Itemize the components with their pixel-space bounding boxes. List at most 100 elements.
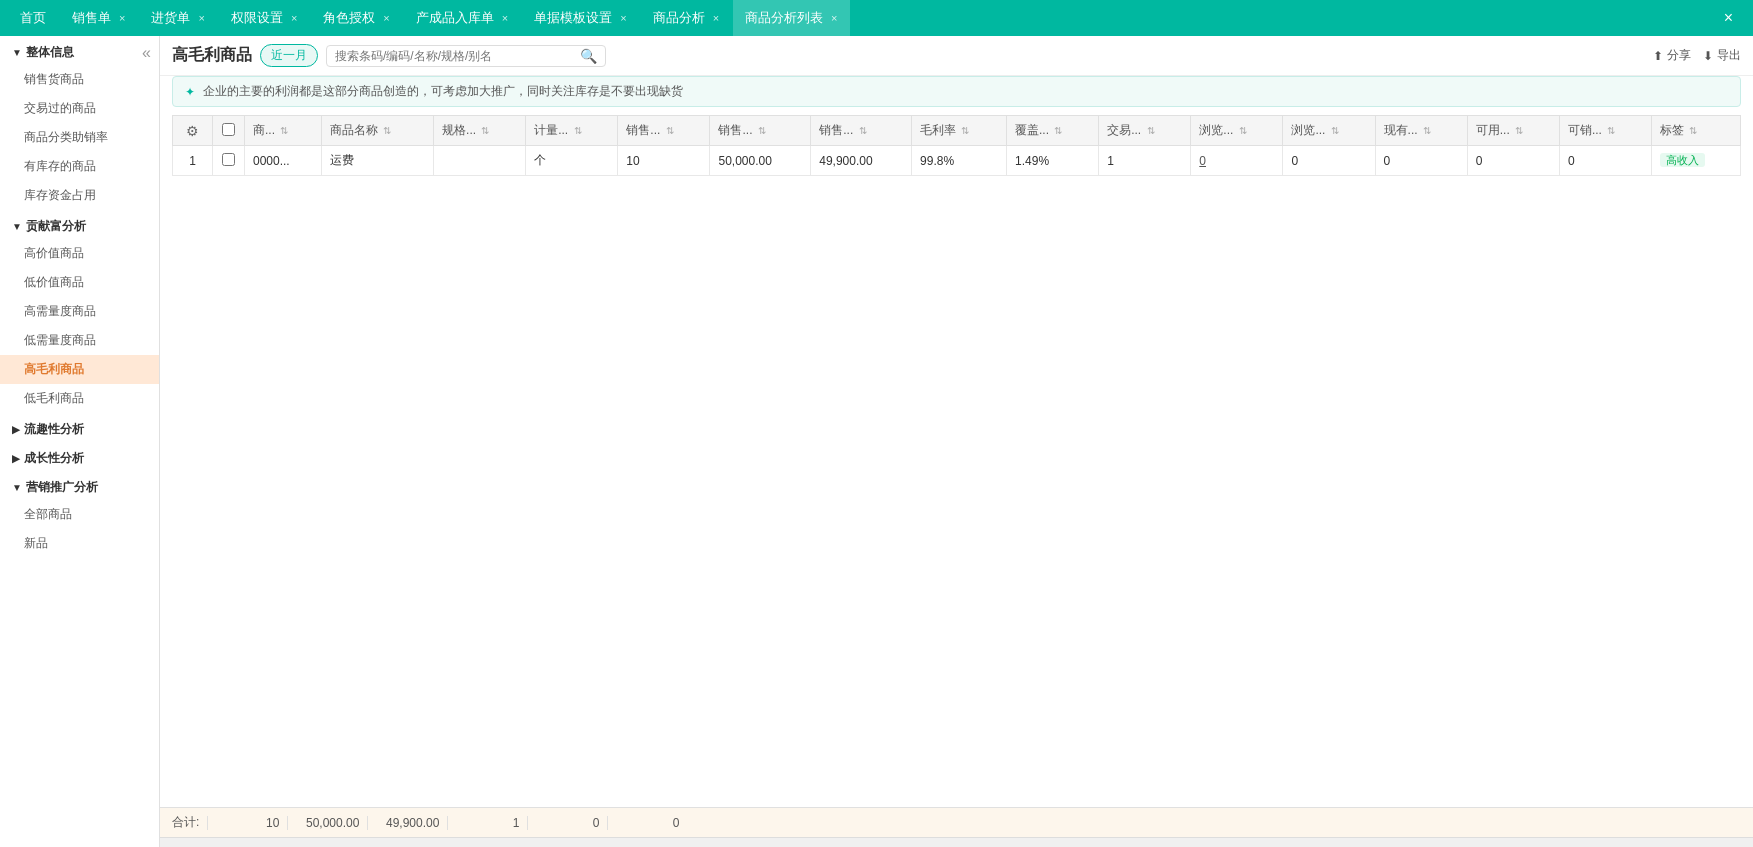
tab-analysis-list[interactable]: 商品分析列表 × [733,0,849,36]
row-browse1[interactable]: 0 [1191,146,1283,176]
row-name: 运费 [321,146,433,176]
col-sellable-sort[interactable]: ⇅ [1607,125,1615,136]
sidebar-group-overall[interactable]: ▼ 整体信息 [0,36,159,65]
col-stock-now[interactable]: 现有... ⇅ [1375,116,1467,146]
tab-analysis-close[interactable]: × [713,12,719,24]
info-icon: ✦ [185,85,195,99]
tab-purchase-close[interactable]: × [198,12,204,24]
col-gear[interactable]: ⚙ [173,116,213,146]
sidebar-item-low-margin[interactable]: 低毛利商品 [0,384,159,413]
col-tag[interactable]: 标签 ⇅ [1652,116,1741,146]
table-row: 1 0000... 运费 个 10 50,000.00 49,900.00 99… [173,146,1741,176]
tab-product-in[interactable]: 产成品入库单 × [404,0,520,36]
tab-sales[interactable]: 销售单 × [60,0,137,36]
share-label: 分享 [1667,47,1691,64]
col-browse2[interactable]: 浏览... ⇅ [1283,116,1375,146]
col-sales-qty-sort[interactable]: ⇅ [666,125,674,136]
col-available-sort[interactable]: ⇅ [1515,125,1523,136]
tab-analysis[interactable]: 商品分析 × [641,0,731,36]
sidebar-group-growth-label: 成长性分析 [24,450,84,467]
tab-permissions[interactable]: 权限设置 × [219,0,309,36]
sidebar-item-high-freq[interactable]: 高需量度商品 [0,297,159,326]
col-name-sort[interactable]: ⇅ [383,125,391,136]
gear-icon[interactable]: ⚙ [186,123,199,139]
tab-roles-close[interactable]: × [383,12,389,24]
sidebar-item-all-goods[interactable]: 全部商品 [0,500,159,529]
sidebar-item-low-value[interactable]: 低价值商品 [0,268,159,297]
col-code[interactable]: 商... ⇅ [245,116,322,146]
select-all-checkbox[interactable] [222,123,235,136]
table-container[interactable]: ⚙ 商... ⇅ 商品名称 ⇅ [160,115,1753,807]
page-title: 高毛利商品 [172,45,252,66]
tab-template-close[interactable]: × [620,12,626,24]
col-spec[interactable]: 规格... ⇅ [434,116,526,146]
row-coverage: 1.49% [1007,146,1099,176]
col-sales-amt-sort[interactable]: ⇅ [758,125,766,136]
export-button[interactable]: ⬇ 导出 [1703,47,1741,64]
col-stock-now-sort[interactable]: ⇅ [1423,125,1431,136]
col-available[interactable]: 可用... ⇅ [1467,116,1559,146]
sidebar-group-marketing[interactable]: ▼ 营销推广分析 [0,471,159,500]
footer-cells: 10 50,000.00 49,900.00 1 0 0 [207,816,687,830]
col-spec-sort[interactable]: ⇅ [481,125,489,136]
table-header-row: ⚙ 商... ⇅ 商品名称 ⇅ [173,116,1741,146]
col-checkbox[interactable] [213,116,245,146]
row-transaction: 1 [1099,146,1191,176]
tab-template[interactable]: 单据模板设置 × [522,0,638,36]
sidebar-item-low-freq[interactable]: 低需量度商品 [0,326,159,355]
sidebar-group-flow[interactable]: ▶ 流趣性分析 [0,413,159,442]
tab-purchase[interactable]: 进货单 × [139,0,216,36]
col-name[interactable]: 商品名称 ⇅ [321,116,433,146]
col-margin-rate[interactable]: 毛利率 ⇅ [912,116,1007,146]
col-tag-sort[interactable]: ⇅ [1689,125,1697,136]
share-icon: ⬆ [1653,49,1663,63]
col-sales-cost-sort[interactable]: ⇅ [859,125,867,136]
horizontal-scrollbar[interactable] [160,837,1753,847]
col-transaction[interactable]: 交易... ⇅ [1099,116,1191,146]
tab-home-label: 首页 [20,9,46,27]
row-sellable: 0 [1559,146,1651,176]
col-margin-rate-sort[interactable]: ⇅ [961,125,969,136]
col-sales-qty[interactable]: 销售... ⇅ [618,116,710,146]
search-icon[interactable]: 🔍 [580,48,597,64]
sidebar-item-analysis-rate[interactable]: 商品分类助销率 [0,123,159,152]
date-filter-button[interactable]: 近一月 [260,44,318,67]
tab-product-in-close[interactable]: × [502,12,508,24]
col-sales-cost[interactable]: 销售... ⇅ [811,116,912,146]
col-code-sort[interactable]: ⇅ [280,125,288,136]
row-select-checkbox[interactable] [222,153,235,166]
tab-analysis-list-close[interactable]: × [831,12,837,24]
sidebar-collapse-button[interactable]: « [142,44,151,62]
col-transaction-sort[interactable]: ⇅ [1147,125,1155,136]
sidebar-item-traded-goods[interactable]: 交易过的商品 [0,94,159,123]
col-sales-amt[interactable]: 销售... ⇅ [710,116,811,146]
tab-home[interactable]: 首页 [8,0,58,36]
share-button[interactable]: ⬆ 分享 [1653,47,1691,64]
row-checkbox[interactable] [213,146,245,176]
sidebar-group-wealth-label: 贡献富分析 [26,218,86,235]
col-browse2-sort[interactable]: ⇅ [1331,125,1339,136]
sidebar-item-new-goods[interactable]: 新品 [0,529,159,558]
sidebar-item-high-value[interactable]: 高价值商品 [0,239,159,268]
sidebar-item-stock-fund[interactable]: 库存资金占用 [0,181,159,210]
tab-product-in-label: 产成品入库单 [416,9,494,27]
top-nav: 首页 销售单 × 进货单 × 权限设置 × 角色授权 × 产成品入库单 × 单据… [0,0,1753,36]
sidebar-item-high-margin[interactable]: 高毛利商品 [0,355,159,384]
sidebar-item-stocked-goods[interactable]: 有库存的商品 [0,152,159,181]
sidebar-item-sales-goods[interactable]: 销售货商品 [0,65,159,94]
col-unit[interactable]: 计量... ⇅ [526,116,618,146]
tab-permissions-close[interactable]: × [291,12,297,24]
col-coverage[interactable]: 覆盖... ⇅ [1007,116,1099,146]
col-sellable[interactable]: 可销... ⇅ [1559,116,1651,146]
col-browse1[interactable]: 浏览... ⇅ [1191,116,1283,146]
tab-sales-close[interactable]: × [119,12,125,24]
window-close-button[interactable]: × [1712,9,1745,27]
sidebar-group-wealth[interactable]: ▼ 贡献富分析 [0,210,159,239]
col-coverage-sort[interactable]: ⇅ [1054,125,1062,136]
tab-roles[interactable]: 角色授权 × [311,0,401,36]
tab-sales-label: 销售单 [72,9,111,27]
col-unit-sort[interactable]: ⇅ [574,125,582,136]
sidebar-group-growth[interactable]: ▶ 成长性分析 [0,442,159,471]
col-browse1-sort[interactable]: ⇅ [1239,125,1247,136]
search-input[interactable] [335,49,580,63]
